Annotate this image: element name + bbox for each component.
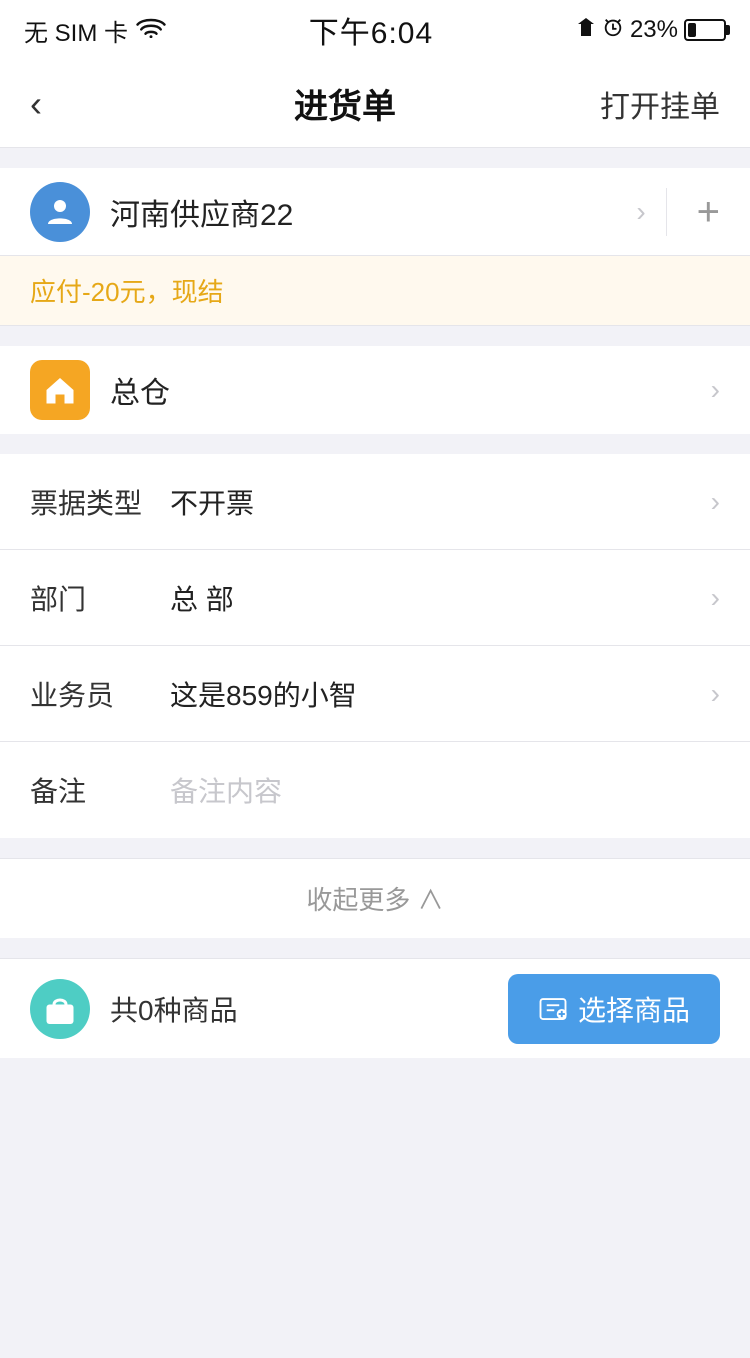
warehouse-name: 总仓 [110, 368, 711, 412]
add-supplier-button[interactable]: + [697, 192, 720, 232]
warehouse-icon [30, 360, 90, 420]
carrier-label: 无 SIM 卡 [24, 13, 128, 48]
notice-text: 应付-20元，现结 [30, 277, 224, 307]
dept-row[interactable]: 部门 总 部 › [0, 550, 750, 646]
warehouse-row[interactable]: 总仓 › [0, 346, 750, 434]
battery-icon [684, 19, 726, 41]
status-bar: 无 SIM 卡 下午6:04 23% [0, 0, 750, 60]
sales-row[interactable]: 业务员 这是859的小智 › [0, 646, 750, 742]
invoice-label: 票据类型 [30, 482, 170, 522]
status-bar-time: 下午6:04 [309, 8, 433, 52]
sales-label: 业务员 [30, 674, 170, 714]
remark-row[interactable]: 备注 备注内容 [0, 742, 750, 838]
collapse-row[interactable]: 收起更多 ∧ [0, 858, 750, 938]
open-pending-button[interactable]: 打开挂单 [600, 82, 720, 126]
wifi-icon [136, 16, 166, 45]
remark-placeholder[interactable]: 备注内容 [170, 770, 720, 810]
warehouse-chevron-icon: › [711, 374, 720, 406]
back-button[interactable]: ‹ [30, 83, 90, 125]
supplier-row[interactable]: 河南供应商22 › + [0, 168, 750, 256]
alarm-icon [602, 16, 624, 45]
dept-chevron-icon: › [711, 582, 720, 614]
invoice-chevron-icon: › [711, 486, 720, 518]
collapse-label: 收起更多 ∧ [306, 880, 443, 917]
divider [666, 188, 667, 236]
section-gap-2 [0, 326, 750, 346]
invoice-value: 不开票 [170, 482, 711, 522]
dept-value: 总 部 [170, 578, 711, 618]
warehouse-card: 总仓 › [0, 346, 750, 434]
nav-bar: ‹ 进货单 打开挂单 [0, 60, 750, 148]
select-product-label: 选择商品 [578, 989, 690, 1029]
status-bar-right: 23% [576, 16, 726, 45]
select-product-button[interactable]: 选择商品 [508, 974, 720, 1044]
sales-value: 这是859的小智 [170, 674, 711, 714]
dept-label: 部门 [30, 578, 170, 618]
section-gap-1 [0, 148, 750, 168]
form-section: 票据类型 不开票 › 部门 总 部 › 业务员 这是859的小智 › 备注 备注… [0, 454, 750, 838]
supplier-avatar [30, 182, 90, 242]
battery-percent: 23% [630, 16, 678, 44]
supplier-chevron-icon: › [636, 196, 645, 228]
remark-label: 备注 [30, 770, 170, 810]
page-title: 进货单 [294, 79, 396, 128]
bottom-bar: 共0种商品 选择商品 [0, 958, 750, 1058]
product-icon [30, 979, 90, 1039]
notice-bar: 应付-20元，现结 [0, 256, 750, 326]
product-count-label: 共0种商品 [110, 989, 508, 1029]
supplier-card: 河南供应商22 › + 应付-20元，现结 [0, 168, 750, 326]
sales-chevron-icon: › [711, 678, 720, 710]
status-bar-left: 无 SIM 卡 [24, 13, 166, 48]
location-icon [576, 16, 596, 45]
page-rest [0, 1058, 750, 1358]
supplier-name: 河南供应商22 [110, 190, 636, 234]
invoice-row[interactable]: 票据类型 不开票 › [0, 454, 750, 550]
